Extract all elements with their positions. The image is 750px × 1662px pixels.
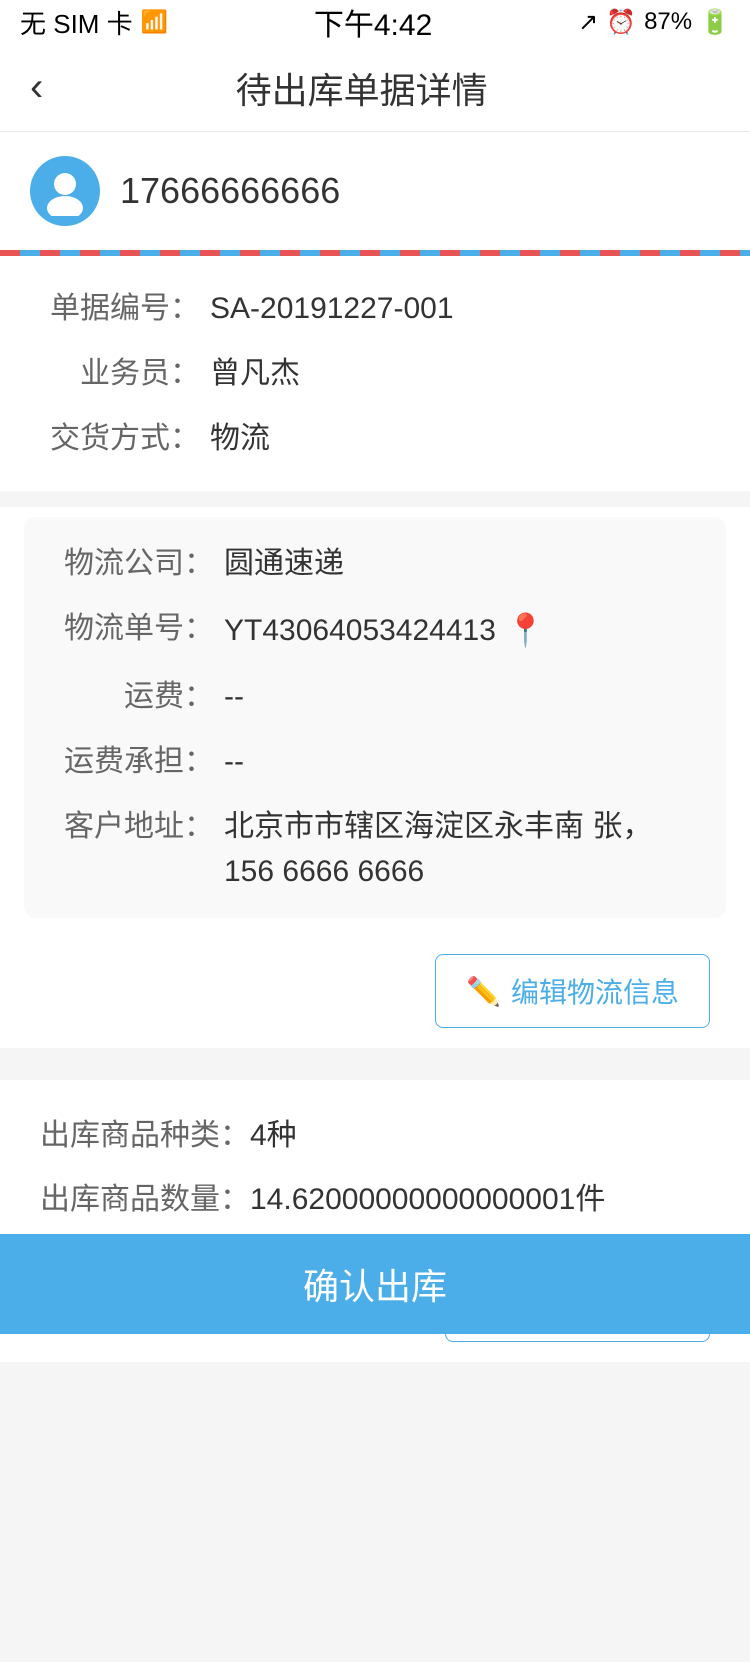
logistics-company-label: 物流公司：	[54, 541, 214, 586]
section-divider	[0, 1064, 750, 1080]
logistics-tracking-row: 物流单号： YT43064053424413 📍	[54, 606, 696, 654]
back-button[interactable]: ‹	[30, 65, 43, 110]
document-no-value: SA-20191227-001	[200, 286, 710, 331]
delivery-method-label: 交货方式：	[40, 416, 200, 461]
edit-icon: ✏️	[466, 975, 501, 1008]
order-info-section: 单据编号： SA-20191227-001 业务员： 曾凡杰 交货方式： 物流	[0, 256, 750, 491]
logistics-freight-value: --	[214, 674, 696, 719]
product-type-row: 出库商品种类： 4种	[40, 1110, 710, 1154]
status-time: 下午4:42	[314, 0, 432, 44]
alarm-icon: ⏰	[606, 8, 636, 37]
status-left: 无 SIM 卡 📶	[20, 4, 168, 41]
logistics-tracking-label: 物流单号：	[54, 606, 214, 651]
logistics-box: 物流公司： 圆通速递 物流单号： YT43064053424413 📍 运费： …	[24, 517, 726, 918]
edit-logistics-button[interactable]: ✏️ 编辑物流信息	[435, 954, 710, 1028]
tracking-number: YT43064053424413	[224, 608, 496, 653]
status-right: ↗ ⏰ 87% 🔋	[578, 8, 730, 37]
logistics-freight-label: 运费：	[54, 674, 214, 719]
logistics-address-row: 客户地址： 北京市市辖区海淀区永丰南 张，156 6666 6666	[54, 804, 696, 894]
logistics-freight-row: 运费： --	[54, 674, 696, 719]
battery-text: 87%	[644, 8, 692, 36]
sales-person-row: 业务员： 曾凡杰	[40, 351, 710, 396]
product-quantity-value: 14.62000000000000001件	[250, 1174, 605, 1218]
empty-space	[0, 1362, 750, 1562]
logistics-company-row: 物流公司： 圆通速递	[54, 541, 696, 586]
product-quantity-row: 出库商品数量： 14.62000000000000001件	[40, 1174, 710, 1218]
document-no-row: 单据编号： SA-20191227-001	[40, 286, 710, 331]
status-bar: 无 SIM 卡 📶 下午4:42 ↗ ⏰ 87% 🔋	[0, 0, 750, 44]
logistics-freight-bearer-label: 运费承担：	[54, 739, 214, 784]
product-type-label: 出库商品种类：	[40, 1110, 250, 1154]
sales-person-label: 业务员：	[40, 351, 200, 396]
product-type-value: 4种	[250, 1110, 297, 1154]
logistics-address-label: 客户地址：	[54, 804, 214, 849]
delivery-method-row: 交货方式： 物流	[40, 416, 710, 461]
logistics-company-value: 圆通速递	[214, 541, 696, 586]
edit-btn-label: 编辑物流信息	[511, 971, 679, 1011]
confirm-btn-label: 确认出库	[303, 1258, 447, 1310]
user-header: 17666666666	[0, 132, 750, 250]
logistics-address-value: 北京市市辖区海淀区永丰南 张，156 6666 6666	[214, 804, 696, 894]
edit-btn-row: ✏️ 编辑物流信息	[0, 934, 750, 1048]
wifi-icon: 📶	[141, 9, 168, 35]
avatar	[30, 156, 100, 226]
location-pin-icon[interactable]: 📍	[506, 606, 546, 654]
document-no-label: 单据编号：	[40, 286, 200, 331]
location-icon: ↗	[578, 8, 598, 37]
confirm-button[interactable]: 确认出库	[0, 1234, 750, 1334]
logistics-tracking-value: YT43064053424413 📍	[214, 606, 696, 654]
delivery-method-value: 物流	[200, 416, 710, 461]
product-section: 出库商品种类： 4种 出库商品数量： 14.62000000000000001件	[0, 1080, 750, 1248]
product-quantity-label: 出库商品数量：	[40, 1174, 250, 1218]
battery-icon: 🔋	[700, 8, 730, 37]
logistics-freight-bearer-value: --	[214, 739, 696, 784]
avatar-icon	[40, 166, 90, 216]
nav-bar: ‹ 待出库单据详情	[0, 44, 750, 132]
page-title: 待出库单据详情	[63, 62, 660, 114]
carrier-text: 无 SIM 卡	[20, 4, 133, 41]
sales-person-value: 曾凡杰	[200, 351, 710, 396]
user-phone: 17666666666	[120, 170, 340, 212]
logistics-freight-bearer-row: 运费承担： --	[54, 739, 696, 784]
